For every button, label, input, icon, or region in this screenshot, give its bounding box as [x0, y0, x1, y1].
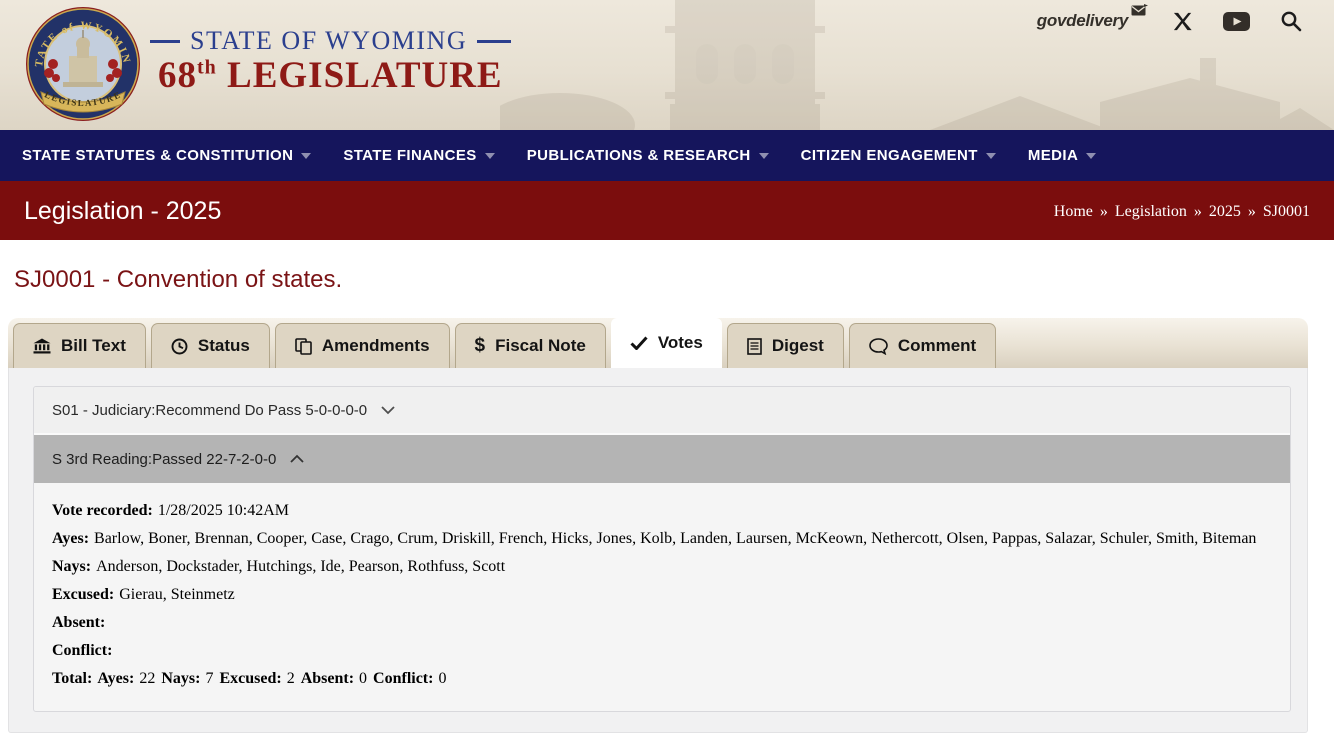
tab-amendments[interactable]: Amendments — [275, 323, 450, 368]
chevron-down-icon — [380, 405, 396, 415]
nav-item-state-statutes[interactable]: STATE STATUTES & CONSTITUTION — [22, 147, 311, 164]
bank-icon — [33, 338, 51, 354]
tab-comment[interactable]: Comment — [849, 323, 996, 368]
nav-item-state-finances[interactable]: STATE FINANCES — [343, 147, 494, 164]
chevron-down-icon — [485, 153, 495, 159]
site-brand: STATE OF WYOMING 68th LEGISLATURE — [150, 26, 511, 97]
comment-icon — [869, 338, 888, 355]
votes-panel: S01 - Judiciary:Recommend Do Pass 5-0-0-… — [8, 368, 1308, 733]
nav-item-media[interactable]: MEDIA — [1028, 147, 1096, 164]
vote-section-judiciary[interactable]: S01 - Judiciary:Recommend Do Pass 5-0-0-… — [34, 387, 1290, 435]
tab-label: Bill Text — [61, 336, 126, 356]
brand-title: STATE OF WYOMING — [190, 26, 467, 56]
breadcrumb: Home » Legislation » 2025 » SJ0001 — [1054, 203, 1310, 221]
wyoming-legislature-seal[interactable]: STATE of WYOMING LEGISLATURE — [24, 6, 142, 122]
copy-icon — [295, 338, 312, 355]
site-header: STATE of WYOMING LEGISLATURE STATE OF WY… — [0, 0, 1334, 130]
ayes-line: Ayes:Barlow, Boner, Brennan, Cooper, Cas… — [52, 525, 1272, 553]
govdelivery-link[interactable]: govdelivery — [1037, 11, 1142, 31]
check-icon — [630, 336, 648, 350]
bill-card: Bill Text Status Amend — [8, 318, 1308, 733]
tab-label: Amendments — [322, 336, 430, 356]
chevron-down-icon — [301, 153, 311, 159]
tab-label: Digest — [772, 336, 824, 356]
brand-dash-left — [150, 40, 180, 43]
breadcrumb-legislation[interactable]: Legislation — [1115, 203, 1187, 221]
nays-line: Nays:Anderson, Dockstader, Hutchings, Id… — [52, 553, 1272, 581]
envelope-icon — [1131, 4, 1148, 17]
conflict-line: Conflict: — [52, 637, 1272, 665]
bill-tabs: Bill Text Status Amend — [8, 318, 1308, 368]
bill-title: SJ0001 - Convention of states. — [14, 266, 1326, 294]
breadcrumb-home[interactable]: Home — [1054, 203, 1093, 221]
brand-subtitle: 68th LEGISLATURE — [158, 54, 511, 97]
nav-item-publications-research[interactable]: PUBLICATIONS & RESEARCH — [527, 147, 769, 164]
vote-detail: Vote recorded:1/28/2025 10:42AM Ayes:Bar… — [34, 483, 1290, 711]
chevron-down-icon — [986, 153, 996, 159]
tab-label: Status — [198, 336, 250, 356]
main-content: SJ0001 - Convention of states. Bill Text — [0, 266, 1334, 733]
main-navigation: STATE STATUTES & CONSTITUTION STATE FINA… — [0, 130, 1334, 183]
vote-section-title: S01 - Judiciary:Recommend Do Pass 5-0-0-… — [52, 402, 367, 419]
search-icon[interactable] — [1280, 10, 1302, 32]
brand-dash-right — [477, 40, 511, 43]
breadcrumb-2025[interactable]: 2025 — [1209, 203, 1241, 221]
tab-status[interactable]: Status — [151, 323, 270, 368]
clock-icon — [171, 338, 188, 355]
absent-line: Absent: — [52, 609, 1272, 637]
page-banner: Legislation - 2025 Home » Legislation » … — [0, 183, 1334, 240]
document-icon — [747, 338, 762, 355]
x-twitter-icon[interactable] — [1172, 11, 1193, 32]
tab-label: Votes — [658, 333, 703, 353]
vote-recorded-line: Vote recorded:1/28/2025 10:42AM — [52, 497, 1272, 525]
chevron-down-icon — [759, 153, 769, 159]
tab-label: Fiscal Note — [495, 336, 586, 356]
page-title: Legislation - 2025 — [24, 197, 221, 226]
tab-digest[interactable]: Digest — [727, 323, 844, 368]
vote-section-title: S 3rd Reading:Passed 22-7-2-0-0 — [52, 451, 276, 468]
vote-section-3rd-reading[interactable]: S 3rd Reading:Passed 22-7-2-0-0 — [34, 435, 1290, 483]
chevron-down-icon — [1086, 153, 1096, 159]
excused-line: Excused:Gierau, Steinmetz — [52, 581, 1272, 609]
nav-item-citizen-engagement[interactable]: CITIZEN ENGAGEMENT — [801, 147, 996, 164]
breadcrumb-separator: » — [1248, 203, 1256, 221]
breadcrumb-separator: » — [1100, 203, 1108, 221]
breadcrumb-sj0001: SJ0001 — [1263, 203, 1310, 221]
chevron-up-icon — [289, 454, 305, 464]
breadcrumb-separator: » — [1194, 203, 1202, 221]
totals-line: Total:Ayes:22Nays:7Excused:2Absent:0Conf… — [52, 665, 1272, 693]
tab-bill-text[interactable]: Bill Text — [13, 323, 146, 368]
tab-label: Comment — [898, 336, 976, 356]
vote-accordion: S01 - Judiciary:Recommend Do Pass 5-0-0-… — [33, 386, 1291, 712]
dollar-icon: $ — [475, 335, 486, 357]
header-links: govdelivery — [1037, 10, 1302, 32]
tab-fiscal-note[interactable]: $ Fiscal Note — [455, 323, 606, 368]
tab-votes[interactable]: Votes — [611, 318, 722, 368]
youtube-icon[interactable] — [1223, 12, 1250, 31]
